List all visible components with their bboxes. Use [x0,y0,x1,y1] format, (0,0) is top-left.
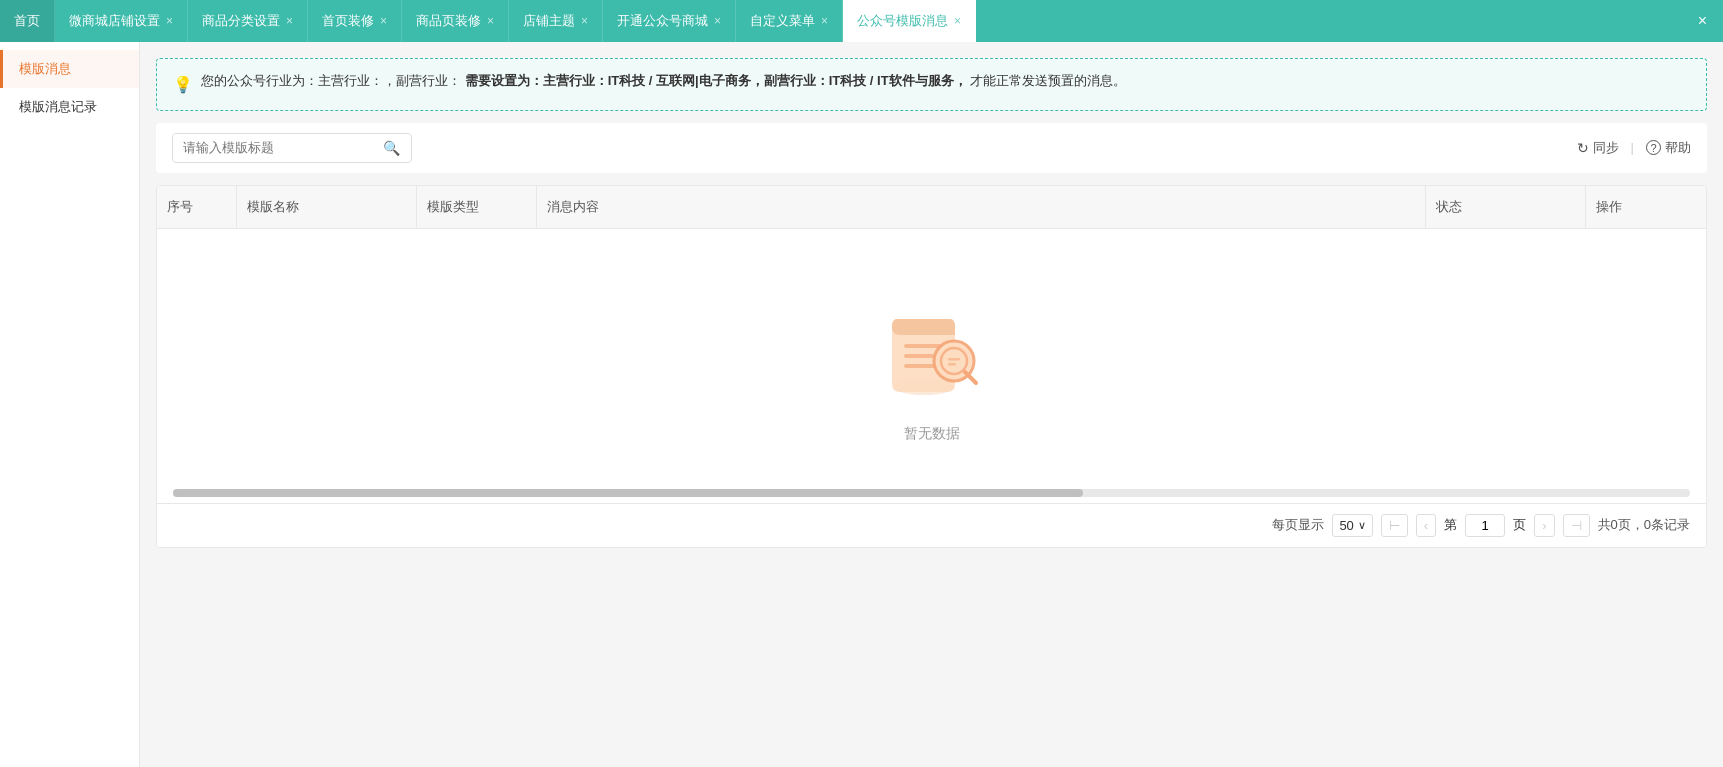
empty-state: 暂无数据 [157,229,1706,483]
svg-rect-7 [948,358,960,361]
svg-rect-2 [904,354,934,358]
search-actions: ↻ 同步 | ? 帮助 [1577,139,1691,157]
top-nav: 首页 微商城店铺设置 × 商品分类设置 × 首页装修 × 商品页装修 × 店铺主… [0,0,1723,42]
prev-page-button[interactable]: ‹ [1416,514,1436,537]
total-text: 共0页，0条记录 [1598,516,1690,534]
main-content: 💡 您的公众号行业为：主营行业：，副营行业： 需要设置为：主营行业：IT科技 /… [140,42,1723,767]
sync-button[interactable]: ↻ 同步 [1577,139,1619,157]
notice-icon: 💡 [173,72,193,98]
last-page-button[interactable]: ⊣ [1563,514,1590,537]
nav-tab-wechat-shop[interactable]: 微商城店铺设置 × [55,0,188,42]
nav-tab-custom-menu[interactable]: 自定义菜单 × [736,0,843,42]
page-size-select[interactable]: 50 ∨ [1332,514,1372,537]
col-index: 序号 [157,186,237,228]
help-icon: ? [1646,140,1661,155]
nav-tab-home[interactable]: 首页 [0,0,55,42]
layout: 模版消息 模版消息记录 💡 您的公众号行业为：主营行业：，副营行业： 需要设置为… [0,42,1723,767]
next-page-button[interactable]: › [1534,514,1554,537]
search-bar: 🔍 ↻ 同步 | ? 帮助 [156,123,1707,173]
page-di-label: 第 [1444,516,1457,534]
close-all-button[interactable]: × [1682,0,1723,42]
nav-tab-homepage-decor[interactable]: 首页装修 × [308,0,402,42]
nav-tab-product-decor[interactable]: 商品页装修 × [402,0,509,42]
col-action: 操作 [1586,186,1706,228]
help-button[interactable]: ? 帮助 [1646,139,1691,157]
close-tab-open-mall[interactable]: × [714,15,721,27]
close-tab-product-category[interactable]: × [286,15,293,27]
table-container: 序号 模版名称 模版类型 消息内容 状态 操作 [156,185,1707,548]
notice-text: 您的公众号行业为：主营行业：，副营行业： 需要设置为：主营行业：IT科技 / 互… [201,71,1126,92]
nav-tab-template-msg[interactable]: 公众号模版消息 × [843,0,976,42]
scrollbar-thumb[interactable] [173,489,1083,497]
page-size-label: 每页显示 [1272,516,1324,534]
search-button[interactable]: 🔍 [373,134,410,162]
page-label: 页 [1513,516,1526,534]
col-status: 状态 [1426,186,1586,228]
page-input[interactable] [1465,514,1505,537]
sidebar-item-template-msg[interactable]: 模版消息 [0,50,139,88]
close-tab-template-msg[interactable]: × [954,15,961,27]
close-tab-homepage-decor[interactable]: × [380,15,387,27]
sync-icon: ↻ [1577,140,1589,156]
nav-tab-open-mall[interactable]: 开通公众号商城 × [603,0,736,42]
close-tab-custom-menu[interactable]: × [821,15,828,27]
table-header: 序号 模版名称 模版类型 消息内容 状态 操作 [157,186,1706,229]
col-content: 消息内容 [537,186,1426,228]
search-field-container: 🔍 [172,133,412,163]
notice-box: 💡 您的公众号行业为：主营行业：，副营行业： 需要设置为：主营行业：IT科技 /… [156,58,1707,111]
nav-tab-shop-theme[interactable]: 店铺主题 × [509,0,603,42]
scrollbar-area[interactable] [157,483,1706,503]
close-tab-shop-theme[interactable]: × [581,15,588,27]
nav-tab-product-category[interactable]: 商品分类设置 × [188,0,308,42]
search-input[interactable] [173,134,373,161]
empty-text: 暂无数据 [904,425,960,443]
svg-rect-1 [904,344,942,348]
scrollbar-track[interactable] [173,489,1690,497]
first-page-button[interactable]: ⊢ [1381,514,1408,537]
sidebar-item-template-msg-record[interactable]: 模版消息记录 [0,88,139,126]
sidebar: 模版消息 模版消息记录 [0,42,140,767]
svg-rect-8 [948,363,956,366]
col-name: 模版名称 [237,186,417,228]
col-type: 模版类型 [417,186,537,228]
close-tab-wechat-shop[interactable]: × [166,15,173,27]
chevron-down-icon: ∨ [1358,519,1366,532]
pagination: 每页显示 50 ∨ ⊢ ‹ 第 页 › ⊣ 共0页，0条记录 [157,503,1706,547]
divider: | [1631,140,1634,155]
close-tab-product-decor[interactable]: × [487,15,494,27]
empty-illustration [872,289,992,409]
